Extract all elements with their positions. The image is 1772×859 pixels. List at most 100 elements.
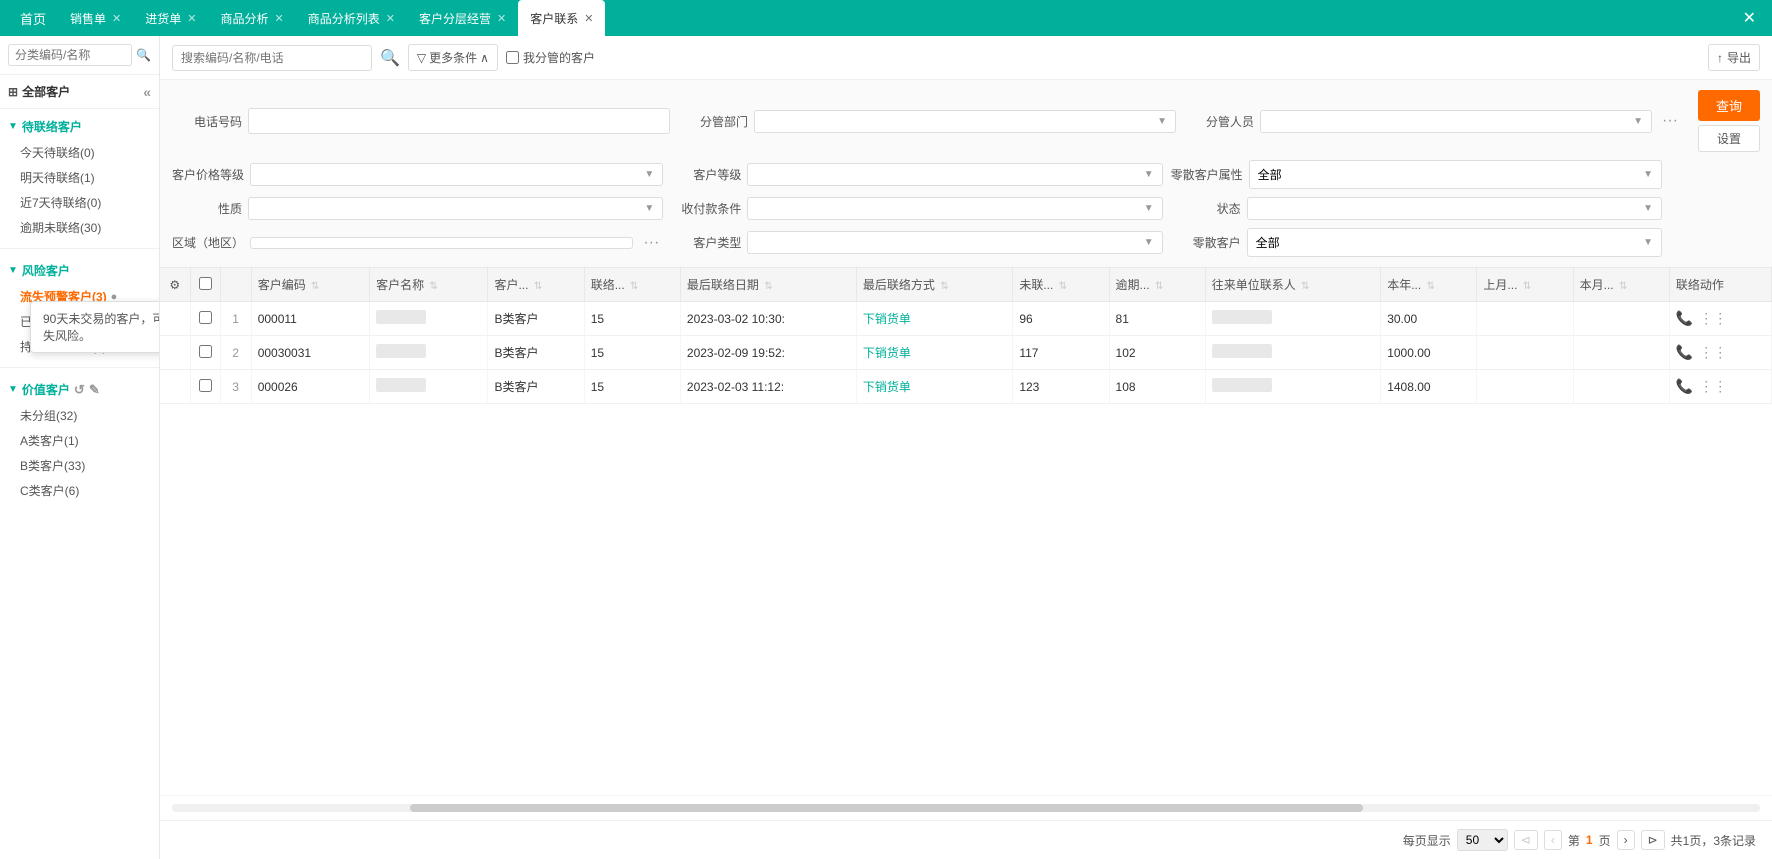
sidebar-collapse-button[interactable]: « bbox=[143, 84, 151, 100]
pagination-last-button[interactable]: ⊳ bbox=[1641, 830, 1665, 850]
row-last-method-link-2[interactable]: 下销货单 bbox=[863, 380, 911, 394]
action-contact-icon-0[interactable]: 📞 bbox=[1676, 310, 1693, 327]
sidebar-item-c-class[interactable]: C类客户(6) bbox=[0, 478, 159, 503]
sidebar-search-input[interactable] bbox=[8, 44, 132, 66]
pagination-first-button[interactable]: ⊲ bbox=[1514, 830, 1538, 850]
chevron-payment-icon: ▼ bbox=[1144, 203, 1154, 214]
more-conditions-button[interactable]: ▽ 更多条件 ∧ bbox=[408, 44, 498, 71]
th-unit-contact[interactable]: 往来单位联系人 ⇅ bbox=[1205, 268, 1380, 302]
select-all-checkbox[interactable] bbox=[199, 277, 212, 290]
filter-row-4: 区域（地区） ··· 客户类型 ▼ 零散客户 全部 bbox=[172, 228, 1760, 257]
filter-select-status[interactable]: ▼ bbox=[1247, 197, 1662, 220]
sidebar-group-value-title[interactable]: ▼ 价值客户 ↺ ✎ bbox=[0, 376, 159, 403]
row-type-2: B类客户 bbox=[488, 370, 584, 404]
row-last-method-link-1[interactable]: 下销货单 bbox=[863, 346, 911, 360]
th-code[interactable]: 客户编码 ⇅ bbox=[251, 268, 369, 302]
th-last-month[interactable]: 上月... ⇅ bbox=[1477, 268, 1573, 302]
tab-analysis-list-close[interactable]: ✕ bbox=[386, 12, 395, 25]
per-page-select[interactable]: 50 100 200 bbox=[1457, 829, 1508, 851]
filter-select-region[interactable] bbox=[250, 237, 633, 249]
filter-select-retail-attr[interactable]: 全部 ▼ bbox=[1249, 160, 1662, 189]
tab-customer-contact[interactable]: 客户联系 ✕ bbox=[518, 0, 605, 36]
filter-select-nature[interactable]: ▼ bbox=[248, 197, 663, 220]
query-button[interactable]: 查询 bbox=[1698, 90, 1760, 121]
sidebar-item-today[interactable]: 今天待联络(0) bbox=[0, 140, 159, 165]
th-this-month[interactable]: 本月... ⇅ bbox=[1573, 268, 1669, 302]
filter-search-button[interactable]: 🔍 bbox=[380, 48, 400, 68]
th-contact[interactable]: 联络... ⇅ bbox=[584, 268, 680, 302]
tab-analysis-close[interactable]: ✕ bbox=[275, 12, 284, 25]
th-type[interactable]: 客户... ⇅ bbox=[488, 268, 584, 302]
my-customers-checkbox-label[interactable]: 我分管的客户 bbox=[506, 49, 595, 66]
row-name-1 bbox=[370, 336, 488, 370]
export-button[interactable]: ↑ 导出 bbox=[1708, 44, 1760, 71]
window-close-button[interactable]: ✕ bbox=[1735, 8, 1764, 28]
sidebar-item-7days[interactable]: 近7天待联络(0) bbox=[0, 190, 159, 215]
th-this-year[interactable]: 本年... ⇅ bbox=[1381, 268, 1477, 302]
more-person-button[interactable]: ··· bbox=[1658, 112, 1682, 130]
sidebar-all-customers[interactable]: ⊞ 全部客户 « bbox=[0, 75, 159, 109]
filter-label-phone: 电话号码 bbox=[172, 113, 242, 130]
edit-icon[interactable]: ✎ bbox=[89, 382, 100, 398]
filter-select-person[interactable]: ▼ bbox=[1260, 110, 1652, 133]
filter-select-payment[interactable]: ▼ bbox=[747, 197, 1162, 220]
content-area: 🔍 ▽ 更多条件 ∧ 我分管的客户 ↑ 导出 电话号码 bbox=[160, 36, 1772, 859]
more-region-button[interactable]: ··· bbox=[639, 234, 663, 252]
action-more-icon-0[interactable]: ⋮⋮ bbox=[1699, 310, 1727, 327]
tab-analysis[interactable]: 商品分析 ✕ bbox=[208, 0, 295, 36]
sidebar-group-risk-title[interactable]: ▼ 风险客户 bbox=[0, 257, 159, 284]
pagination-next-button[interactable]: › bbox=[1617, 830, 1635, 850]
th-settings[interactable]: ⚙ bbox=[160, 268, 190, 302]
filter-select-customer-grade[interactable]: ▼ bbox=[747, 163, 1162, 186]
settings-button[interactable]: 设置 bbox=[1698, 125, 1760, 152]
row-checkbox-0[interactable] bbox=[199, 311, 212, 324]
row-checkbox-2[interactable] bbox=[199, 379, 212, 392]
row-last-date-0: 2023-03-02 10:30: bbox=[680, 302, 856, 336]
my-customers-checkbox[interactable] bbox=[506, 51, 519, 64]
tab-sales[interactable]: 销售单 ✕ bbox=[58, 0, 133, 36]
scrollbar-thumb[interactable] bbox=[410, 804, 1363, 812]
sidebar-item-b-class[interactable]: B类客户(33) bbox=[0, 453, 159, 478]
filter-select-dept[interactable]: ▼ bbox=[754, 110, 1176, 133]
filter-select-price-grade[interactable]: ▼ bbox=[250, 163, 663, 186]
th-last-date[interactable]: 最后联络日期 ⇅ bbox=[680, 268, 856, 302]
sidebar-item-ungroup[interactable]: 未分组(32) bbox=[0, 403, 159, 428]
row-uncontacted-0: 96 bbox=[1013, 302, 1109, 336]
table-header-row: ⚙ 客户编码 ⇅ 客户名称 ⇅ 客户... ⇅ 联络... ⇅ 最后联络日期 ⇅… bbox=[160, 268, 1772, 302]
action-contact-icon-2[interactable]: 📞 bbox=[1676, 378, 1693, 395]
row-code-2: 000026 bbox=[251, 370, 369, 404]
th-name[interactable]: 客户名称 ⇅ bbox=[370, 268, 488, 302]
tab-customer-contact-close[interactable]: ✕ bbox=[584, 12, 593, 25]
tab-customer-tier[interactable]: 客户分层经营 ✕ bbox=[407, 0, 518, 36]
sidebar-search-icon[interactable]: 🔍 bbox=[136, 48, 151, 62]
filter-select-retail-customer[interactable]: 全部 ▼ bbox=[1247, 228, 1662, 257]
sort-contact-icon: ⇅ bbox=[630, 281, 638, 292]
tab-analysis-list[interactable]: 商品分析列表 ✕ bbox=[296, 0, 407, 36]
th-overdue[interactable]: 逾期... ⇅ bbox=[1109, 268, 1205, 302]
th-last-method[interactable]: 最后联络方式 ⇅ bbox=[856, 268, 1012, 302]
row-checkbox-1[interactable] bbox=[199, 345, 212, 358]
tab-sales-close[interactable]: ✕ bbox=[112, 12, 121, 25]
filter-search-input[interactable] bbox=[172, 45, 372, 71]
scrollbar-track[interactable] bbox=[172, 804, 1760, 812]
tab-customer-tier-close[interactable]: ✕ bbox=[497, 12, 506, 25]
pagination-prev-button[interactable]: ‹ bbox=[1544, 830, 1562, 850]
action-more-icon-2[interactable]: ⋮⋮ bbox=[1699, 378, 1727, 395]
row-last-method-link-0[interactable]: 下销货单 bbox=[863, 312, 911, 326]
sidebar-group-pending-title[interactable]: ▼ 待联络客户 bbox=[0, 113, 159, 140]
action-contact-icon-1[interactable]: 📞 bbox=[1676, 344, 1693, 361]
sidebar-item-a-class[interactable]: A类客户(1) bbox=[0, 428, 159, 453]
tab-purchase[interactable]: 进货单 ✕ bbox=[133, 0, 208, 36]
filter-input-phone[interactable] bbox=[248, 108, 670, 134]
filter-label-payment: 收付款条件 bbox=[671, 200, 741, 217]
tab-home[interactable]: 首页 bbox=[8, 9, 58, 28]
action-more-icon-1[interactable]: ⋮⋮ bbox=[1699, 344, 1727, 361]
th-uncontacted[interactable]: 未联... ⇅ bbox=[1013, 268, 1109, 302]
refresh-icon[interactable]: ↺ bbox=[74, 382, 85, 398]
sidebar-search-area: 🔍 bbox=[0, 36, 159, 75]
row-contact-0: 15 bbox=[584, 302, 680, 336]
filter-select-customer-type[interactable]: ▼ bbox=[747, 231, 1162, 254]
sidebar-item-overdue[interactable]: 逾期未联络(30) bbox=[0, 215, 159, 240]
tab-purchase-close[interactable]: ✕ bbox=[187, 12, 196, 25]
sidebar-item-tomorrow[interactable]: 明天待联络(1) bbox=[0, 165, 159, 190]
